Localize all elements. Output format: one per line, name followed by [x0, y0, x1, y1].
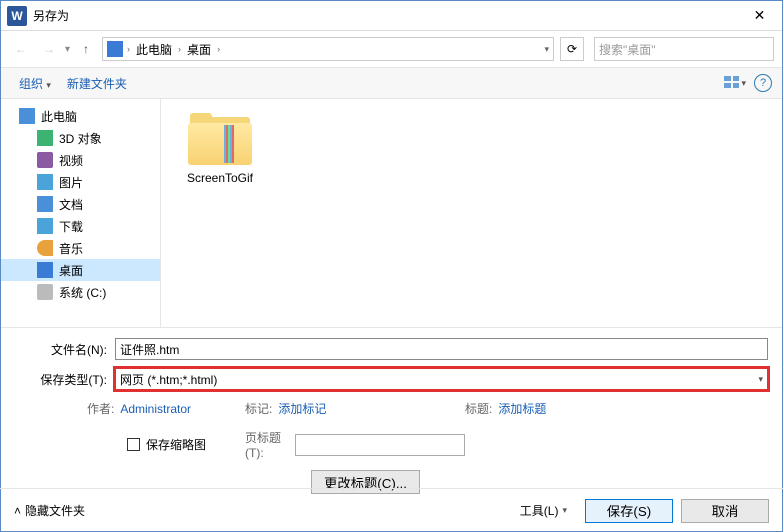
search-placeholder: 搜索"桌面": [599, 41, 656, 58]
filetype-label: 保存类型(T):: [15, 371, 115, 388]
title-label: 标题:: [465, 400, 492, 417]
tags-label: 标记:: [245, 400, 272, 417]
breadcrumb[interactable]: › 此电脑 › 桌面 › ▾: [102, 37, 554, 61]
new-folder-button[interactable]: 新建文件夹: [59, 75, 135, 92]
music-icon: [37, 240, 53, 256]
forward-button[interactable]: →: [37, 37, 61, 61]
up-button[interactable]: ↑: [74, 37, 98, 61]
organize-button[interactable]: 组织 ▾: [11, 75, 59, 92]
window-title: 另存为: [33, 7, 737, 24]
sidebar: 此电脑 3D 对象 视频 图片 文档 下载 音乐 桌面 系统 (C:): [1, 99, 161, 327]
document-icon: [37, 196, 53, 212]
chevron-up-icon: ˄: [14, 504, 21, 518]
word-app-icon: W: [7, 6, 27, 26]
breadcrumb-root[interactable]: 此电脑: [134, 41, 174, 58]
breadcrumb-current[interactable]: 桌面: [185, 41, 213, 58]
pagetitle-label: 页标题(T):: [245, 429, 289, 460]
help-button[interactable]: ?: [754, 74, 772, 92]
thumbnail-label: 保存缩略图: [146, 436, 206, 453]
disk-icon: [37, 284, 53, 300]
sidebar-root-pc[interactable]: 此电脑: [1, 105, 160, 127]
chevron-right-icon: ›: [178, 44, 181, 54]
save-button[interactable]: 保存(S): [585, 499, 673, 523]
back-button[interactable]: ←: [9, 37, 33, 61]
video-icon: [37, 152, 53, 168]
pc-icon: [107, 41, 123, 57]
pagetitle-input[interactable]: [295, 434, 465, 456]
filename-input[interactable]: [115, 338, 768, 360]
folder-label: ScreenToGif: [175, 171, 265, 185]
sidebar-item-music[interactable]: 音乐: [1, 237, 160, 259]
title-input[interactable]: 添加标题: [498, 400, 546, 417]
sidebar-item-3d[interactable]: 3D 对象: [1, 127, 160, 149]
recent-dropdown[interactable]: ▾: [65, 44, 70, 55]
view-mode-button[interactable]: ▾: [724, 74, 746, 92]
download-icon: [37, 218, 53, 234]
author-value[interactable]: Administrator: [120, 402, 191, 416]
sidebar-item-desktop[interactable]: 桌面: [1, 259, 160, 281]
folder-item[interactable]: ScreenToGif: [175, 113, 265, 185]
sidebar-item-downloads[interactable]: 下载: [1, 215, 160, 237]
desktop-icon: [37, 262, 53, 278]
image-icon: [37, 174, 53, 190]
refresh-button[interactable]: ⟳: [560, 37, 584, 61]
close-button[interactable]: ✕: [737, 1, 782, 31]
sidebar-item-pictures[interactable]: 图片: [1, 171, 160, 193]
pc-icon: [19, 108, 35, 124]
author-label: 作者:: [87, 400, 114, 417]
sidebar-item-disk-c[interactable]: 系统 (C:): [1, 281, 160, 303]
history-dropdown[interactable]: ▾: [544, 44, 549, 55]
file-list[interactable]: ScreenToGif: [161, 99, 782, 327]
folder-icon: [188, 113, 252, 165]
chevron-right-icon: ›: [217, 44, 220, 54]
cancel-button[interactable]: 取消: [681, 499, 769, 523]
chevron-right-icon: ›: [127, 44, 130, 54]
thumbnail-checkbox[interactable]: [127, 438, 140, 451]
sidebar-item-videos[interactable]: 视频: [1, 149, 160, 171]
cube-icon: [37, 130, 53, 146]
chevron-down-icon: ▾: [562, 505, 567, 516]
sidebar-item-documents[interactable]: 文档: [1, 193, 160, 215]
tags-input[interactable]: 添加标记: [278, 400, 326, 417]
tools-dropdown[interactable]: 工具(L) ▾: [520, 502, 567, 519]
hide-folders-toggle[interactable]: ˄ 隐藏文件夹: [14, 502, 85, 519]
filetype-combo[interactable]: 网页 (*.htm;*.html) ▾: [115, 368, 768, 390]
filename-label: 文件名(N):: [15, 341, 115, 358]
chevron-down-icon: ▾: [758, 374, 763, 385]
search-input[interactable]: 搜索"桌面": [594, 37, 774, 61]
